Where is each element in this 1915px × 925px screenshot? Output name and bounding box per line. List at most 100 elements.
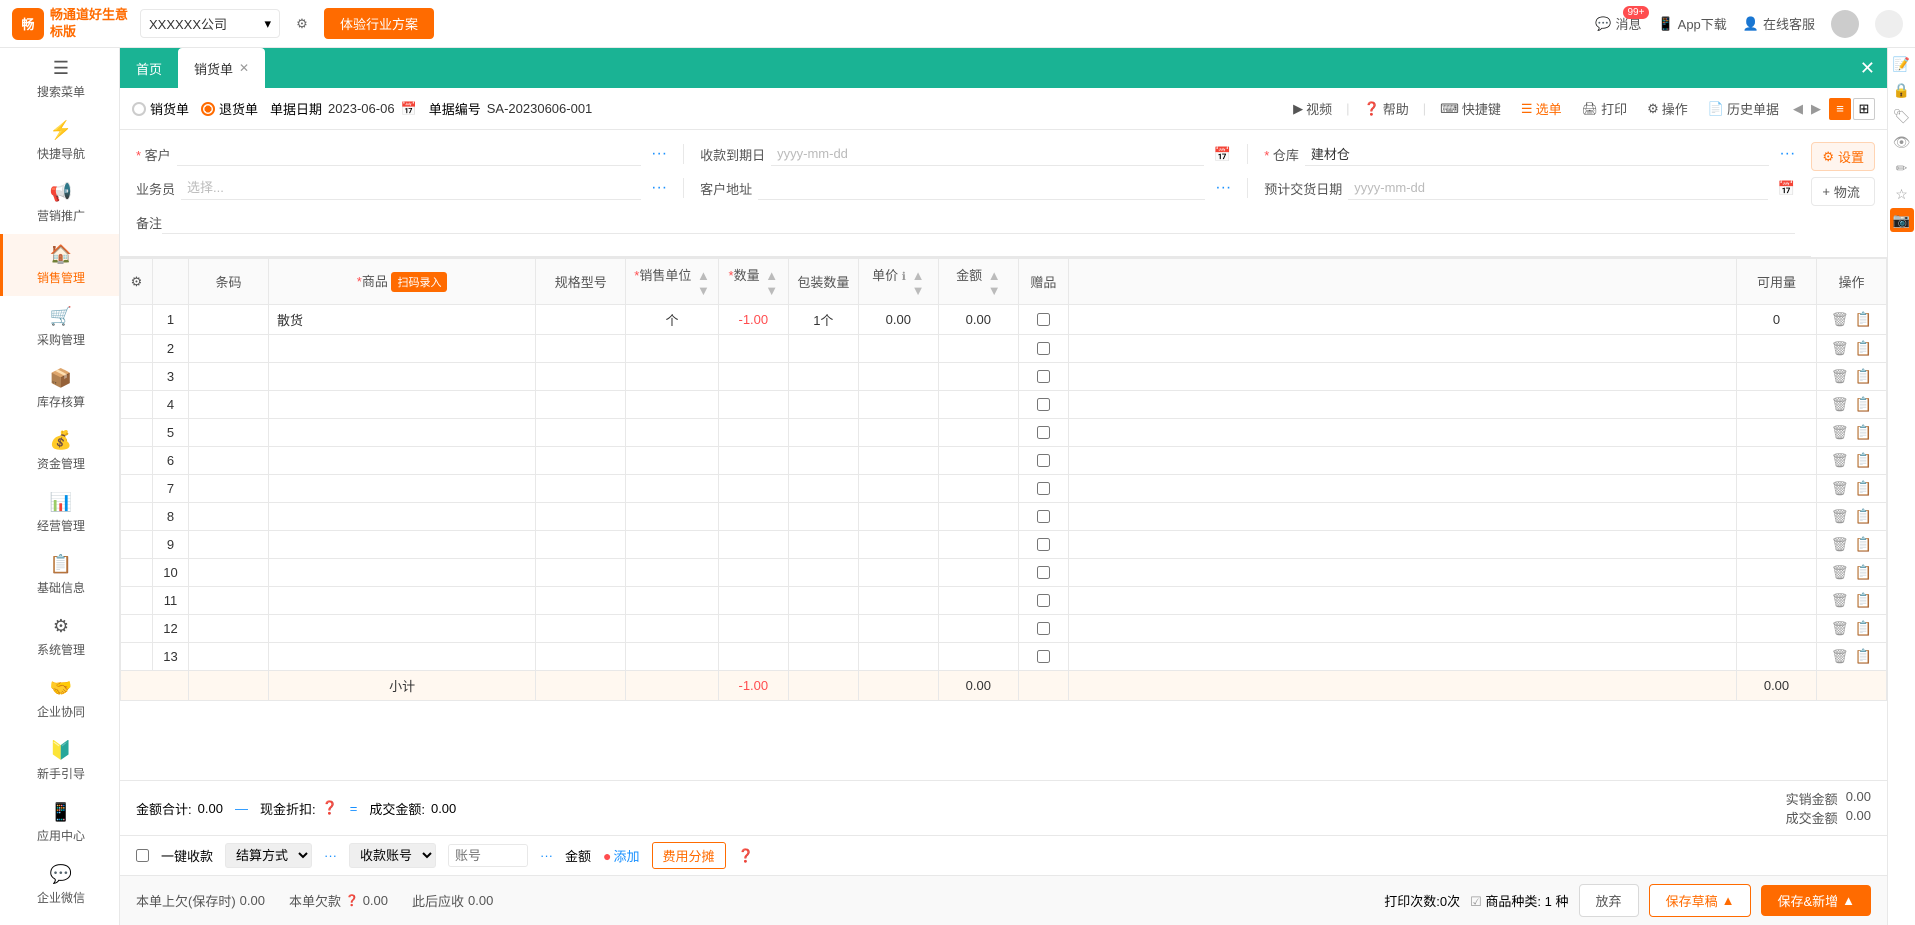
- sidebar-item-member[interactable]: 👑 畅会员: [0, 916, 119, 925]
- copy-row-button[interactable]: 📋: [1855, 536, 1872, 553]
- messages-button[interactable]: 💬 消息 99+: [1595, 14, 1641, 33]
- sidebar-item-quick-nav[interactable]: ⚡ 快捷导航: [0, 110, 119, 172]
- delete-row-button[interactable]: 🗑: [1831, 311, 1849, 328]
- calendar-icon[interactable]: 📅: [401, 101, 417, 117]
- gift-checkbox[interactable]: [1037, 313, 1050, 326]
- gift-checkbox[interactable]: [1037, 594, 1050, 607]
- sidebar-item-search[interactable]: ☰ 搜索菜单: [0, 48, 119, 110]
- shortcut-btn[interactable]: ⌨ 快捷键: [1434, 96, 1507, 121]
- expense-split-button[interactable]: 费用分摊: [652, 842, 726, 869]
- operation-btn[interactable]: ⚙ 操作: [1641, 96, 1694, 121]
- select-btn[interactable]: ☰ 选单: [1515, 96, 1568, 121]
- delete-row-button[interactable]: 🗑: [1831, 592, 1849, 609]
- online-service-button[interactable]: 👤 在线客服: [1743, 14, 1815, 33]
- avatar2[interactable]: [1875, 10, 1903, 38]
- gift-checkbox[interactable]: [1037, 482, 1050, 495]
- settlement-dots-icon[interactable]: ···: [324, 848, 337, 863]
- history-btn[interactable]: 📄 历史单据: [1702, 96, 1785, 121]
- topbar-settings-button[interactable]: ⚙: [288, 10, 316, 38]
- gift-checkbox[interactable]: [1037, 510, 1050, 523]
- gift-checkbox[interactable]: [1037, 398, 1050, 411]
- trial-button[interactable]: 体验行业方案: [324, 8, 434, 39]
- sidebar-item-marketing[interactable]: 📢 营销推广: [0, 172, 119, 234]
- radio-sales[interactable]: 销货单: [132, 99, 189, 118]
- gift-checkbox[interactable]: [1037, 650, 1050, 663]
- delete-row-button[interactable]: 🗑: [1831, 480, 1849, 497]
- sidebar-item-collab[interactable]: 🤝 企业协同: [0, 668, 119, 730]
- delete-row-button[interactable]: 🗑: [1831, 536, 1849, 553]
- avatar[interactable]: [1831, 10, 1859, 38]
- delete-row-button[interactable]: 🗑: [1831, 648, 1849, 665]
- delete-row-button[interactable]: 🗑: [1831, 564, 1849, 581]
- sidebar-item-operations[interactable]: 📊 经营管理: [0, 482, 119, 544]
- delete-row-button[interactable]: 🗑: [1831, 508, 1849, 525]
- account-dots-icon[interactable]: ···: [540, 848, 553, 863]
- product-type-icon[interactable]: ☑: [1470, 894, 1482, 909]
- delivery-date-input[interactable]: [1348, 176, 1768, 200]
- rp-edit-icon[interactable]: ✏: [1890, 156, 1914, 180]
- gift-checkbox[interactable]: [1037, 342, 1050, 355]
- account-select[interactable]: 收款账号: [349, 843, 436, 868]
- sidebar-item-finance[interactable]: 💰 资金管理: [0, 420, 119, 482]
- company-selector[interactable]: XXXXXX公司 ▾: [140, 9, 280, 38]
- customer-dots-icon[interactable]: ···: [651, 145, 667, 163]
- account-input[interactable]: [448, 844, 528, 867]
- prev-record-icon[interactable]: ◀: [1793, 101, 1803, 117]
- copy-row-button[interactable]: 📋: [1855, 564, 1872, 581]
- customer-input[interactable]: [177, 142, 641, 166]
- gift-checkbox[interactable]: [1037, 426, 1050, 439]
- delete-row-button[interactable]: 🗑: [1831, 340, 1849, 357]
- gift-checkbox[interactable]: [1037, 566, 1050, 579]
- help-btn[interactable]: ❓ 帮助: [1358, 96, 1415, 121]
- delivery-calendar-icon[interactable]: 📅: [1778, 180, 1795, 197]
- salesperson-dots-icon[interactable]: ···: [651, 179, 667, 197]
- address-dots-icon[interactable]: ···: [1215, 179, 1231, 197]
- copy-row-button[interactable]: 📋: [1855, 620, 1872, 637]
- save-draft-button[interactable]: 保存草稿 ▲: [1649, 884, 1752, 917]
- tab-home[interactable]: 首页: [120, 48, 178, 88]
- rp-eye-icon[interactable]: 👁: [1890, 130, 1914, 154]
- scan-barcode-button[interactable]: 扫码录入: [391, 272, 447, 292]
- table-container[interactable]: ⚙ 条码 *商品 扫码录入 规格型号: [120, 257, 1887, 780]
- copy-row-button[interactable]: 📋: [1855, 396, 1872, 413]
- copy-row-button[interactable]: 📋: [1855, 368, 1872, 385]
- print-btn[interactable]: 🖨 打印: [1576, 96, 1634, 121]
- add-payment-button[interactable]: ● 添加: [603, 846, 639, 865]
- sidebar-item-appstore[interactable]: 📱 应用中心: [0, 792, 119, 854]
- form-settings-button[interactable]: ⚙ 设置: [1811, 142, 1875, 171]
- rp-tag-icon[interactable]: 🏷: [1890, 104, 1914, 128]
- delete-row-button[interactable]: 🗑: [1831, 396, 1849, 413]
- rp-note-icon[interactable]: 📝: [1890, 52, 1914, 76]
- copy-row-button[interactable]: 📋: [1855, 480, 1872, 497]
- warehouse-input[interactable]: [1305, 142, 1769, 166]
- radio-return[interactable]: 退货单: [201, 99, 258, 118]
- tab-sales-order[interactable]: 销货单 ✕: [178, 48, 265, 88]
- save-new-button[interactable]: 保存&新增 ▲: [1761, 885, 1871, 916]
- rp-star-icon[interactable]: ☆: [1890, 182, 1914, 206]
- delete-row-button[interactable]: 🗑: [1831, 368, 1849, 385]
- expense-help-icon[interactable]: ❓: [738, 848, 754, 864]
- customer-address-input[interactable]: [758, 176, 1205, 200]
- gift-checkbox[interactable]: [1037, 538, 1050, 551]
- sidebar-item-system[interactable]: ⚙ 系统管理: [0, 606, 119, 668]
- delete-row-button[interactable]: 🗑: [1831, 424, 1849, 441]
- video-btn[interactable]: ▶ 视频: [1287, 96, 1338, 121]
- sidebar-item-guide[interactable]: 🔰 新手引导: [0, 730, 119, 792]
- gift-checkbox[interactable]: [1037, 370, 1050, 383]
- sidebar-item-inventory[interactable]: 📦 库存核算: [0, 358, 119, 420]
- list-layout-icon[interactable]: ≡: [1829, 98, 1851, 120]
- salesperson-input[interactable]: [181, 176, 641, 200]
- app-download-button[interactable]: 📱 App下载: [1657, 14, 1726, 33]
- gift-checkbox[interactable]: [1037, 454, 1050, 467]
- settlement-method-select[interactable]: 结算方式: [225, 843, 312, 868]
- copy-row-button[interactable]: 📋: [1855, 424, 1872, 441]
- rp-scan-icon[interactable]: 📷: [1890, 208, 1914, 232]
- help-debt-icon[interactable]: ❓: [345, 894, 359, 907]
- one-click-payment-checkbox[interactable]: [136, 849, 149, 862]
- payment-due-input[interactable]: [771, 142, 1204, 166]
- copy-row-button[interactable]: 📋: [1855, 340, 1872, 357]
- tab-close-icon[interactable]: ✕: [239, 61, 249, 75]
- rp-lock-icon[interactable]: 🔒: [1890, 78, 1914, 102]
- tab-close-all-icon[interactable]: ✕: [1860, 58, 1875, 79]
- delete-row-button[interactable]: 🗑: [1831, 620, 1849, 637]
